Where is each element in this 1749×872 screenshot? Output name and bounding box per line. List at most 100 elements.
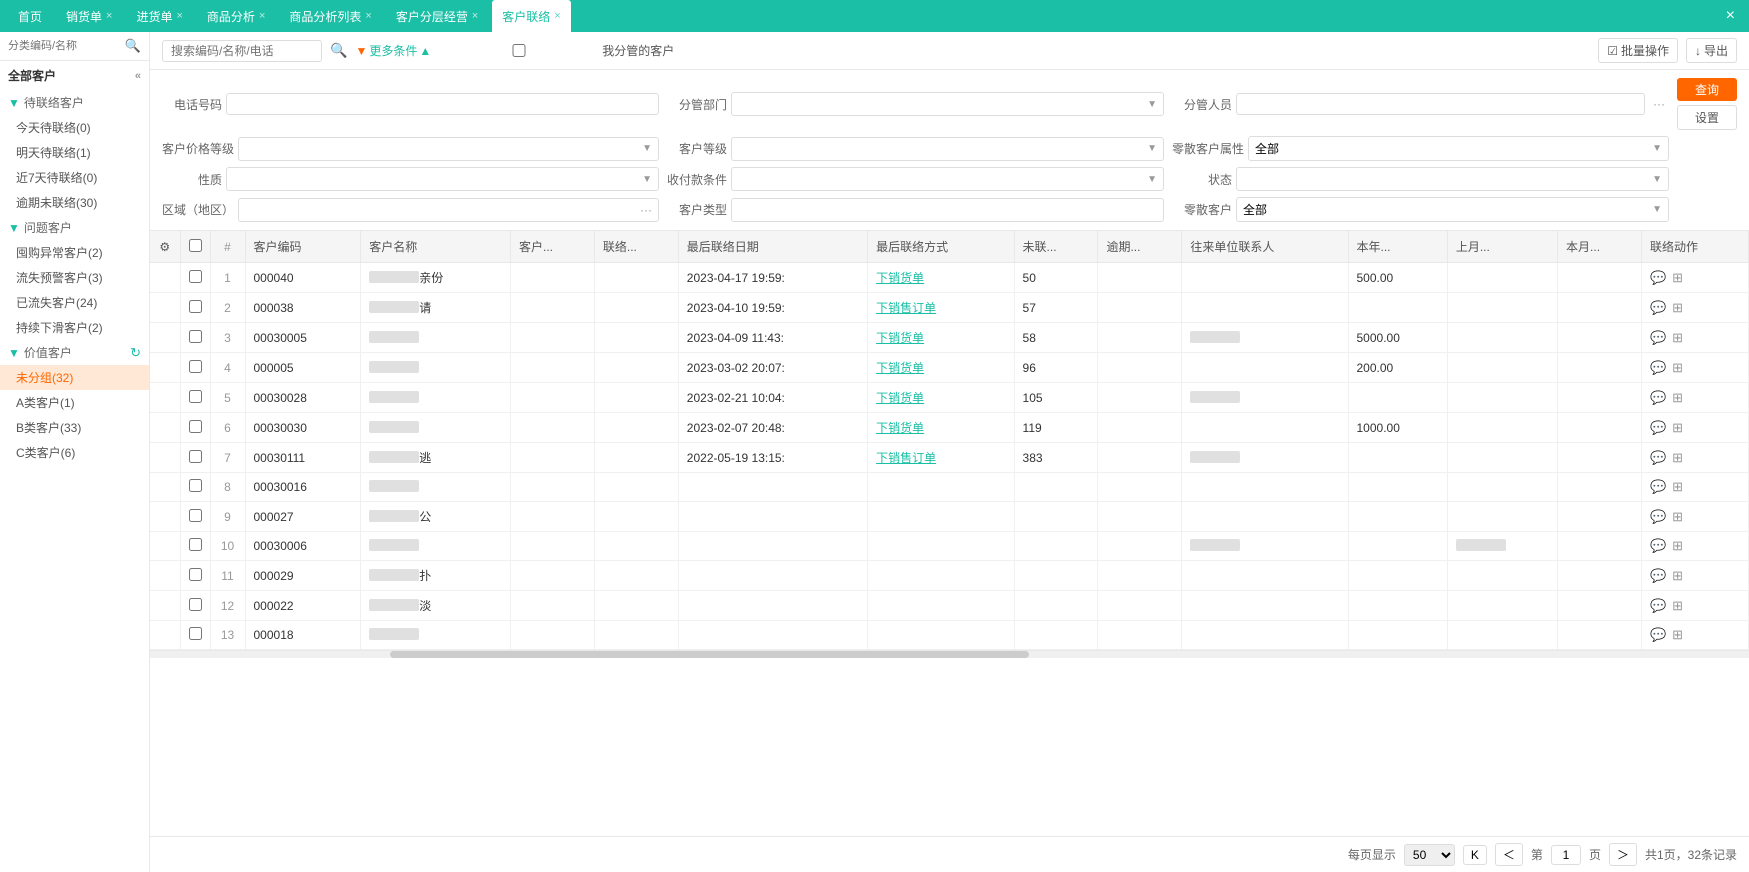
row-comment-icon-10[interactable]: 💬 — [1650, 568, 1666, 584]
row-grid-icon-6[interactable]: ⊞ — [1672, 450, 1683, 466]
close-all-button[interactable]: × — [1720, 7, 1741, 25]
sidebar-item-today-pending[interactable]: 今天待联络(0) — [0, 115, 149, 140]
row-checkbox-input-1[interactable] — [189, 300, 202, 313]
row-checkbox-input-6[interactable] — [189, 450, 202, 463]
col-contact[interactable]: 联络... — [594, 231, 678, 263]
row-checkbox-input-12[interactable] — [189, 627, 202, 640]
filter-dept-select[interactable]: ▼ — [731, 92, 1164, 116]
row-checkbox-input-9[interactable] — [189, 538, 202, 551]
col-checkbox[interactable] — [180, 231, 210, 263]
query-button[interactable]: 查询 — [1677, 78, 1737, 101]
row-checkbox-1[interactable] — [180, 293, 210, 323]
row-gear-3[interactable] — [150, 353, 180, 383]
row-gear-12[interactable] — [150, 621, 180, 650]
row-checkbox-5[interactable] — [180, 413, 210, 443]
row-checkbox-8[interactable] — [180, 502, 210, 532]
page-input[interactable] — [1551, 845, 1581, 865]
row-grid-icon-9[interactable]: ⊞ — [1672, 538, 1683, 554]
batch-op-button[interactable]: ☑ 批量操作 — [1598, 38, 1678, 63]
close-analysis-icon[interactable]: × — [259, 10, 265, 22]
nav-tab-purchase[interactable]: 进货单 × — [126, 0, 192, 32]
row-checkbox-input-11[interactable] — [189, 598, 202, 611]
row-checkbox-input-0[interactable] — [189, 270, 202, 283]
row-comment-icon-1[interactable]: 💬 — [1650, 300, 1666, 316]
all-customers-header[interactable]: 全部客户 « — [0, 61, 149, 90]
row-last-method-link-1[interactable]: 下销售订单 — [876, 301, 936, 315]
sidebar-item-ungroup[interactable]: 未分组(32) — [0, 365, 149, 390]
row-gear-6[interactable] — [150, 443, 180, 473]
row-last-method-link-6[interactable]: 下销售订单 — [876, 451, 936, 465]
row-last-method-link-5[interactable]: 下销货单 — [876, 421, 924, 435]
row-comment-icon-3[interactable]: 💬 — [1650, 360, 1666, 376]
row-checkbox-input-4[interactable] — [189, 390, 202, 403]
row-comment-icon-5[interactable]: 💬 — [1650, 420, 1666, 436]
row-gear-1[interactable] — [150, 293, 180, 323]
collapse-icon[interactable]: « — [135, 70, 141, 82]
close-purchase-icon[interactable]: × — [176, 10, 182, 22]
sidebar-item-abnormal[interactable]: 囤购异常客户(2) — [0, 240, 149, 265]
close-sales-icon[interactable]: × — [106, 10, 112, 22]
refresh-icon[interactable]: ↻ — [130, 345, 141, 361]
row-comment-icon-11[interactable]: 💬 — [1650, 598, 1666, 614]
row-grid-icon-10[interactable]: ⊞ — [1672, 568, 1683, 584]
row-checkbox-9[interactable] — [180, 532, 210, 561]
my-customers-checkbox[interactable] — [439, 44, 599, 57]
sidebar-item-churn-warning[interactable]: 流失预警客户(3) — [0, 265, 149, 290]
row-checkbox-12[interactable] — [180, 621, 210, 650]
row-comment-icon-0[interactable]: 💬 — [1650, 270, 1666, 286]
nav-tab-contact[interactable]: 客户联络 × — [492, 0, 570, 32]
row-comment-icon-12[interactable]: 💬 — [1650, 627, 1666, 643]
row-grid-icon-4[interactable]: ⊞ — [1672, 390, 1683, 406]
filter-region-select[interactable]: ··· — [238, 198, 659, 222]
row-grid-icon-3[interactable]: ⊞ — [1672, 360, 1683, 376]
row-checkbox-input-7[interactable] — [189, 479, 202, 492]
sidebar-search-input[interactable] — [8, 40, 121, 52]
search-button[interactable]: 🔍 — [330, 42, 347, 59]
row-gear-7[interactable] — [150, 473, 180, 502]
sidebar-item-7days-pending[interactable]: 近7天待联络(0) — [0, 165, 149, 190]
reset-button[interactable]: 设置 — [1677, 105, 1737, 130]
export-button[interactable]: ↓ 导出 — [1686, 38, 1737, 63]
filter-nature-select[interactable]: ▼ — [226, 167, 659, 191]
filter-phone-input[interactable] — [226, 93, 659, 115]
close-crm-icon[interactable]: × — [472, 10, 478, 22]
row-comment-icon-8[interactable]: 💬 — [1650, 509, 1666, 525]
row-checkbox-input-2[interactable] — [189, 330, 202, 343]
row-checkbox-3[interactable] — [180, 353, 210, 383]
row-checkbox-2[interactable] — [180, 323, 210, 353]
sidebar-item-a-class[interactable]: A类客户(1) — [0, 390, 149, 415]
col-last-date[interactable]: 最后联络日期 — [678, 231, 867, 263]
row-grid-icon-1[interactable]: ⊞ — [1672, 300, 1683, 316]
row-last-method-link-3[interactable]: 下销货单 — [876, 361, 924, 375]
nav-tab-crm[interactable]: 客户分层经营 × — [386, 0, 488, 32]
row-comment-icon-7[interactable]: 💬 — [1650, 479, 1666, 495]
row-last-method-link-2[interactable]: 下销货单 — [876, 331, 924, 345]
row-gear-10[interactable] — [150, 561, 180, 591]
col-year-sales[interactable]: 本年... — [1348, 231, 1447, 263]
filter-scattered-attr-select[interactable]: 全部 ▼ — [1248, 136, 1669, 161]
col-this-month-sales[interactable]: 本月... — [1558, 231, 1642, 263]
row-gear-8[interactable] — [150, 502, 180, 532]
next-page-button[interactable]: ＞ — [1609, 843, 1637, 866]
col-gear[interactable]: ⚙ — [150, 231, 180, 263]
filter-price-level-select[interactable]: ▼ — [238, 137, 659, 161]
search-input[interactable] — [162, 40, 322, 62]
sidebar-item-b-class[interactable]: B类客户(33) — [0, 415, 149, 440]
row-grid-icon-12[interactable]: ⊞ — [1672, 627, 1683, 643]
col-code[interactable]: 客户编码 — [245, 231, 361, 263]
sidebar-item-c-class[interactable]: C类客户(6) — [0, 440, 149, 465]
sidebar-group-problem[interactable]: ▼ 问题客户 — [0, 215, 149, 240]
row-checkbox-11[interactable] — [180, 591, 210, 621]
row-checkbox-input-5[interactable] — [189, 420, 202, 433]
row-grid-icon-5[interactable]: ⊞ — [1672, 420, 1683, 436]
sidebar-group-value[interactable]: ▼ 价值客户 ↻ — [0, 340, 149, 365]
nav-tab-analysis[interactable]: 商品分析 × — [197, 0, 275, 32]
filter-payment-select[interactable]: ▼ — [731, 167, 1164, 191]
col-last-month-sales[interactable]: 上月... — [1447, 231, 1557, 263]
row-grid-icon-7[interactable]: ⊞ — [1672, 479, 1683, 495]
filter-customer-type-select[interactable] — [731, 198, 1164, 222]
nav-tab-analysis-list[interactable]: 商品分析列表 × — [279, 0, 381, 32]
row-gear-0[interactable] — [150, 263, 180, 293]
row-grid-icon-8[interactable]: ⊞ — [1672, 509, 1683, 525]
row-grid-icon-2[interactable]: ⊞ — [1672, 330, 1683, 346]
